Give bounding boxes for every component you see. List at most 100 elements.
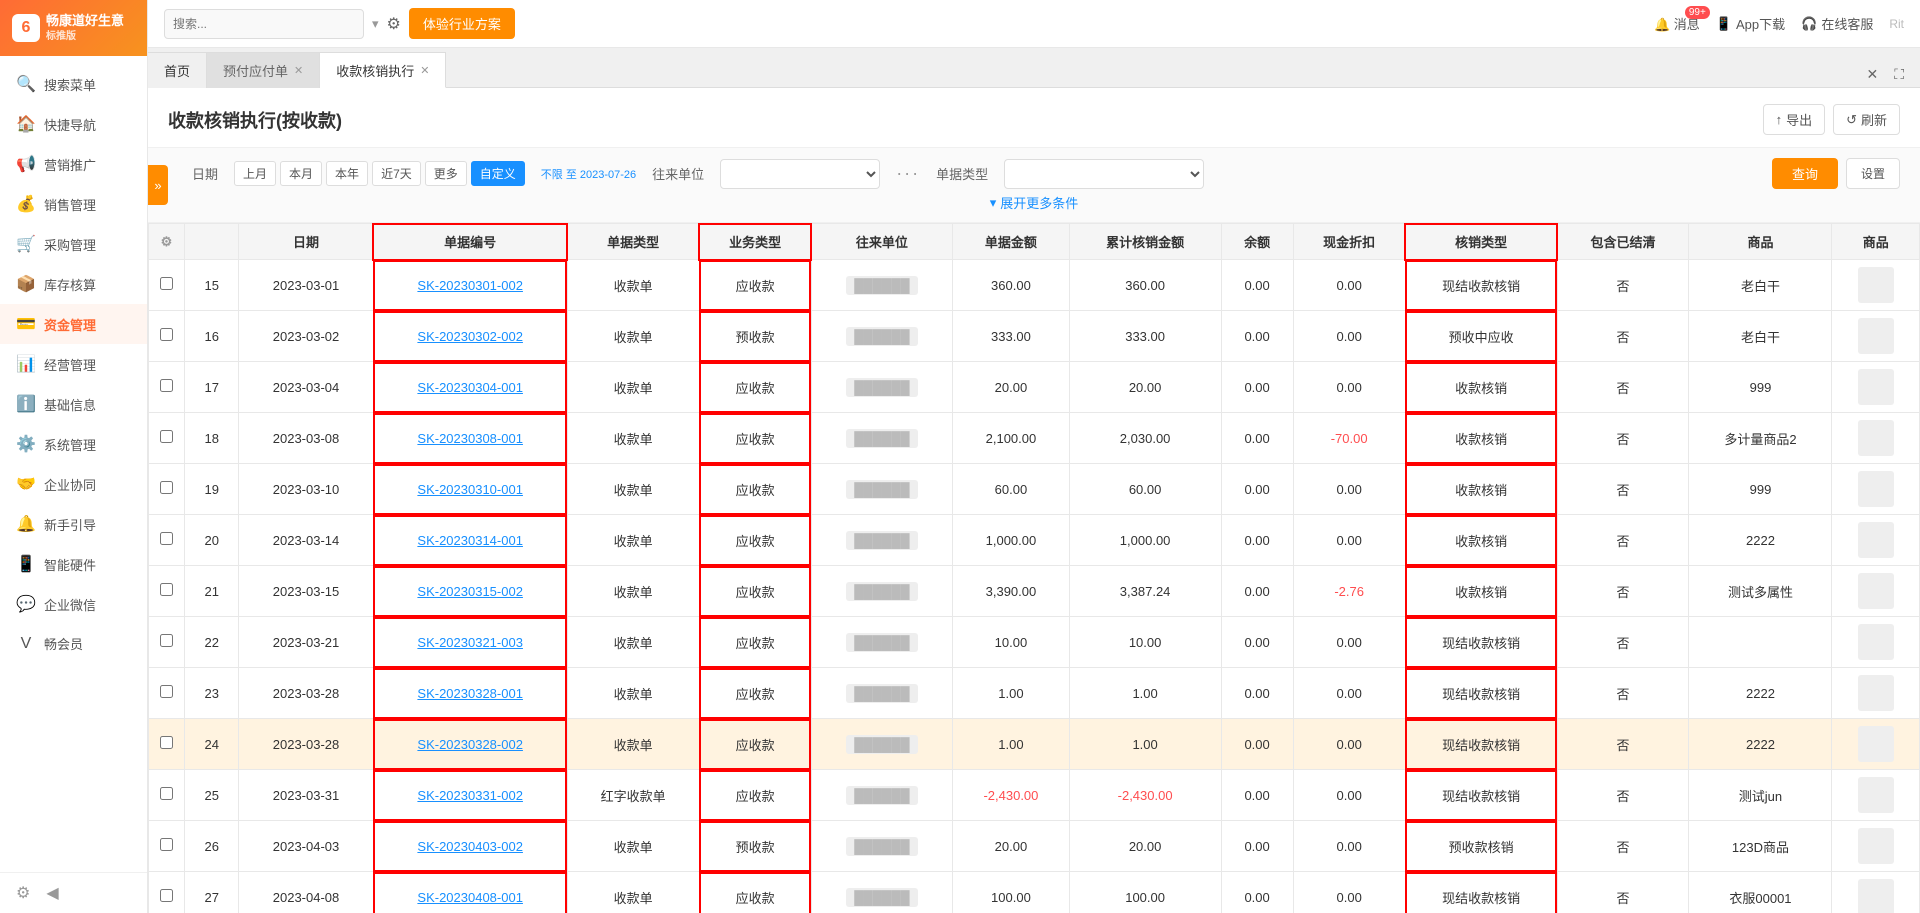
sidebar-item-sysadmin[interactable]: ⚙️系统管理 (0, 424, 147, 464)
message-button[interactable]: 🔔 消息 99+ (1654, 14, 1700, 33)
biztype-cell: 应收款 (699, 413, 811, 464)
col-inclsettled-header: 包含已结清 (1557, 224, 1689, 260)
doc-type-select[interactable] (1004, 159, 1204, 189)
row-num-cell: 18 (185, 413, 239, 464)
headset-icon: 🎧 (1801, 16, 1817, 32)
doc-no-link[interactable]: SK-20230328-001 (417, 686, 523, 701)
doctype-cell: 收款单 (567, 872, 699, 913)
sidebar-item-quicknav[interactable]: 🏠快捷导航 (0, 104, 147, 144)
export-button[interactable]: ↑ 导出 (1763, 104, 1826, 135)
doc-no-link[interactable]: SK-20230331-002 (417, 788, 523, 803)
doc-no-link[interactable]: SK-20230314-001 (417, 533, 523, 548)
doc-no-link[interactable]: SK-20230408-001 (417, 890, 523, 905)
last-7-days-btn[interactable]: 近7天 (372, 161, 421, 186)
row-checkbox-cell (149, 362, 185, 413)
row-checkbox[interactable] (160, 736, 173, 749)
row-checkbox[interactable] (160, 838, 173, 851)
amount-cell: 60.00 (953, 464, 1069, 515)
doc-no-link[interactable]: SK-20230310-001 (417, 482, 523, 497)
gear-icon[interactable]: ⚙ (387, 14, 401, 34)
cumulative-cell: -2,430.00 (1069, 770, 1221, 821)
settings-icon[interactable]: ⚙ (16, 883, 30, 903)
this-month-btn[interactable]: 本月 (280, 161, 322, 186)
filter-toggle-button[interactable]: » (148, 165, 168, 205)
table-row: 27 2023-04-08 SK-20230408-001 收款单 应收款 ██… (149, 872, 1920, 913)
sidebar-item-collab[interactable]: 🤝企业协同 (0, 464, 147, 504)
balance-cell: 0.00 (1221, 566, 1293, 617)
sidebar-item-sales[interactable]: 💰销售管理 (0, 184, 147, 224)
sidebar-label-sysadmin: 系统管理 (44, 435, 96, 454)
sidebar-item-purchase[interactable]: 🛒采购管理 (0, 224, 147, 264)
close-all-tabs-button[interactable]: ✕ (1858, 62, 1886, 87)
row-checkbox[interactable] (160, 379, 173, 392)
row-checkbox[interactable] (160, 328, 173, 341)
doc-no-link[interactable]: SK-20230302-002 (417, 329, 523, 344)
row-checkbox[interactable] (160, 430, 173, 443)
page-content: 收款核销执行(按收款) ↑ 导出 ↺ 刷新 » 日期 上月 (148, 88, 1920, 913)
doc-no-link[interactable]: SK-20230403-002 (417, 839, 523, 854)
row-checkbox[interactable] (160, 277, 173, 290)
product-cell: 999 (1689, 362, 1832, 413)
tab-home[interactable]: 首页 (148, 52, 207, 88)
row-checkbox[interactable] (160, 634, 173, 647)
sidebar-label-guide: 新手引导 (44, 515, 96, 534)
sidebar-item-member[interactable]: V畅会员 (0, 624, 147, 663)
doc-no-link[interactable]: SK-20230328-002 (417, 737, 523, 752)
this-year-btn[interactable]: 本年 (326, 161, 368, 186)
solution-button[interactable]: 体验行业方案 (409, 8, 515, 39)
row-checkbox[interactable] (160, 532, 173, 545)
tab-prepay[interactable]: 预付应付单 ✕ (207, 52, 320, 88)
doc-no-link[interactable]: SK-20230315-002 (417, 584, 523, 599)
sidebar-item-operations[interactable]: 📊经营管理 (0, 344, 147, 384)
row-checkbox[interactable] (160, 685, 173, 698)
date-cell: 2023-03-01 (239, 260, 373, 311)
app-download-link[interactable]: 📱 App下载 (1716, 14, 1785, 33)
custom-date-btn[interactable]: 自定义 (471, 161, 525, 186)
sidebar-item-inventory[interactable]: 📦库存核算 (0, 264, 147, 304)
expand-filters-button[interactable]: ▾ 展开更多条件 (990, 193, 1079, 212)
search-input[interactable] (164, 9, 364, 39)
amount-cell: 1.00 (953, 668, 1069, 719)
sidebar-item-hardware[interactable]: 📱智能硬件 (0, 544, 147, 584)
sidebar-item-basicinfo[interactable]: ℹ️基础信息 (0, 384, 147, 424)
tab-close-collection[interactable]: ✕ (420, 64, 429, 77)
maximize-button[interactable]: ⛶ (1886, 62, 1912, 87)
online-service-link[interactable]: 🎧 在线客服 (1801, 14, 1873, 33)
sidebar-item-guide[interactable]: 🔔新手引导 (0, 504, 147, 544)
sidebar-item-finance[interactable]: 💳资金管理 (0, 304, 147, 344)
collapse-icon[interactable]: ◀ (46, 883, 58, 903)
sidebar: 6 畅康道好生意 标推版 🔍搜索菜单🏠快捷导航📢营销推广💰销售管理🛒采购管理📦库… (0, 0, 148, 913)
cumulative-cell: 1,000.00 (1069, 515, 1221, 566)
row-checkbox[interactable] (160, 481, 173, 494)
filter-settings-button[interactable]: 设置 (1846, 158, 1900, 189)
product-cell: 衣服00001 (1689, 872, 1832, 913)
sidebar-item-search[interactable]: 🔍搜索菜单 (0, 64, 147, 104)
row-checkbox[interactable] (160, 889, 173, 902)
doc-no-link[interactable]: SK-20230308-001 (417, 431, 523, 446)
more-date-btn[interactable]: 更多 (425, 161, 467, 186)
filter-row-main: 日期 上月 本月 本年 近7天 更多 自定义 不限 至 2023-07-26 往… (192, 158, 1900, 189)
sidebar-item-marketing[interactable]: 📢营销推广 (0, 144, 147, 184)
query-button[interactable]: 查询 (1772, 158, 1838, 189)
user-name[interactable]: Rit (1889, 17, 1904, 31)
balance-cell: 0.00 (1221, 311, 1293, 362)
dropdown-arrow-icon[interactable]: ▾ (372, 16, 379, 32)
cash-discount-cell: 0.00 (1293, 362, 1405, 413)
row-checkbox[interactable] (160, 787, 173, 800)
counterparty-select[interactable] (720, 159, 880, 189)
sidebar-logo: 6 畅康道好生意 标推版 (0, 0, 147, 56)
refresh-button[interactable]: ↺ 刷新 (1833, 104, 1900, 135)
doc-no-link[interactable]: SK-20230321-003 (417, 635, 523, 650)
doc-no-link[interactable]: SK-20230301-002 (417, 278, 523, 293)
sidebar-item-wechat[interactable]: 💬企业微信 (0, 584, 147, 624)
doc-no-link[interactable]: SK-20230304-001 (417, 380, 523, 395)
col-date-header: 日期 (239, 224, 373, 260)
tab-close-prepay[interactable]: ✕ (294, 64, 303, 77)
biztype-cell: 应收款 (699, 362, 811, 413)
product-cell: 2222 (1689, 719, 1832, 770)
cash-discount-cell: 0.00 (1293, 617, 1405, 668)
last-month-btn[interactable]: 上月 (234, 161, 276, 186)
row-checkbox[interactable] (160, 583, 173, 596)
doctype-cell: 收款单 (567, 413, 699, 464)
tab-collection[interactable]: 收款核销执行 ✕ (320, 52, 446, 88)
